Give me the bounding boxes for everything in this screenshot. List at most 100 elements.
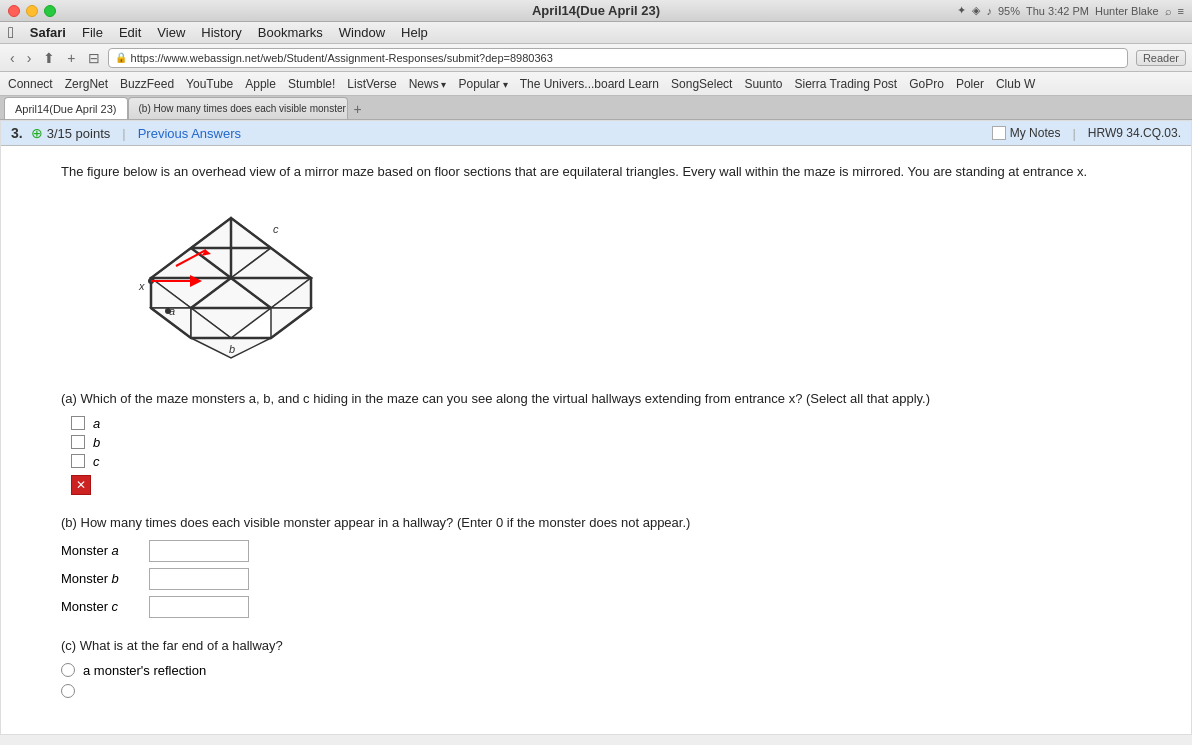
- svg-point-27: [165, 308, 171, 314]
- bookmark-youtube[interactable]: YouTube: [186, 77, 233, 91]
- bookmark-sierra[interactable]: Sierra Trading Post: [794, 77, 897, 91]
- checkbox-item-c: c: [71, 454, 1131, 469]
- menu-bar:  Safari File Edit View History Bookmark…: [0, 22, 1192, 44]
- file-menu[interactable]: File: [82, 25, 103, 40]
- question-number: 3.: [11, 125, 23, 141]
- address-bar[interactable]: 🔒 https://www.webassign.net/web/Student/…: [108, 48, 1128, 68]
- help-menu[interactable]: Help: [401, 25, 428, 40]
- divider: |: [122, 126, 125, 141]
- apple-menu[interactable]: : [8, 24, 14, 42]
- safari-menu[interactable]: Safari: [30, 25, 66, 40]
- part-c-question: (c) What is at the far end of a hallway?: [61, 638, 1131, 653]
- new-tab-button[interactable]: +: [63, 48, 79, 68]
- checkbox-c[interactable]: [71, 454, 85, 468]
- bookmarks-menu[interactable]: Bookmarks: [258, 25, 323, 40]
- part-c-section: (c) What is at the far end of a hallway?…: [61, 638, 1131, 698]
- bookmark-suunto[interactable]: Suunto: [744, 77, 782, 91]
- bluetooth-icon: ✦: [957, 4, 966, 17]
- bookmark-gopro[interactable]: GoPro: [909, 77, 944, 91]
- bookmark-news[interactable]: News: [409, 77, 447, 91]
- tab-april14[interactable]: April14(Due April 23): [4, 97, 128, 119]
- question-header-right: My Notes | HRW9 34.CQ.03.: [992, 126, 1181, 141]
- hrw-code: HRW9 34.CQ.03.: [1088, 126, 1181, 140]
- new-tab-button[interactable]: +: [348, 99, 368, 119]
- part-a-question: (a) Which of the maze monsters a, b, and…: [61, 391, 1131, 406]
- bookmark-clubw[interactable]: Club W: [996, 77, 1035, 91]
- content-wrapper: 3. ⊕ 3/15 points | Previous Answers My N…: [0, 120, 1192, 745]
- bookmark-poler[interactable]: Poler: [956, 77, 984, 91]
- url-text: https://www.webassign.net/web/Student/As…: [131, 52, 1121, 64]
- previous-answers-link[interactable]: Previous Answers: [138, 126, 241, 141]
- radio-item-2: [61, 684, 1131, 698]
- monster-c-row: Monster c: [61, 596, 1131, 618]
- label-x: x: [138, 280, 145, 292]
- checkbox-label-c: c: [93, 454, 100, 469]
- maximize-button[interactable]: [44, 5, 56, 17]
- edit-menu[interactable]: Edit: [119, 25, 141, 40]
- checkbox-item-b: b: [71, 435, 1131, 450]
- question-header: 3. ⊕ 3/15 points | Previous Answers My N…: [1, 121, 1191, 146]
- tab-bar: April14(Due April 23) (b) How many times…: [0, 96, 1192, 120]
- maze-svg: c x a b: [121, 198, 341, 368]
- bookmark-songselect[interactable]: SongSelect: [671, 77, 732, 91]
- checkbox-a[interactable]: [71, 416, 85, 430]
- forward-button[interactable]: ›: [23, 48, 36, 68]
- checkbox-label-b: b: [93, 435, 100, 450]
- bookmark-apple[interactable]: Apple: [245, 77, 276, 91]
- view-menu[interactable]: View: [157, 25, 185, 40]
- system-icons: ✦ ◈ ♪ 95% Thu 3:42 PM Hunter Blake ⌕ ≡: [957, 4, 1184, 17]
- bookmark-zergnet[interactable]: ZergNet: [65, 77, 108, 91]
- monster-a-input[interactable]: [149, 540, 249, 562]
- bookmarks-bar: Connect ZergNet BuzzFeed YouTube Apple S…: [0, 72, 1192, 96]
- time-display: Thu 3:42 PM: [1026, 5, 1089, 17]
- radio-option-2[interactable]: [61, 684, 75, 698]
- bookmarks-button[interactable]: ⊟: [84, 48, 104, 68]
- bookmark-univers-learn[interactable]: The Univers...board Learn: [520, 77, 659, 91]
- plus-icon: ⊕: [31, 125, 43, 141]
- my-notes-checkbox[interactable]: [992, 126, 1006, 140]
- radio-item-reflection: a monster's reflection: [61, 663, 1131, 678]
- title-bar: April14(Due April 23) ✦ ◈ ♪ 95% Thu 3:42…: [0, 0, 1192, 22]
- menu-icon[interactable]: ≡: [1178, 5, 1184, 17]
- user-name: Hunter Blake: [1095, 5, 1159, 17]
- traffic-lights[interactable]: [8, 5, 56, 17]
- bookmark-popular[interactable]: Popular: [458, 77, 507, 91]
- points-text: 3/15 points: [47, 126, 111, 141]
- window-menu[interactable]: Window: [339, 25, 385, 40]
- question-body: The figure below is an overhead view of …: [1, 146, 1191, 734]
- history-menu[interactable]: History: [201, 25, 241, 40]
- delete-button[interactable]: ✕: [71, 475, 91, 495]
- my-notes-section: My Notes: [992, 126, 1061, 140]
- bookmark-stumble[interactable]: Stumble!: [288, 77, 335, 91]
- question-text: The figure below is an overhead view of …: [61, 162, 1131, 182]
- search-icon[interactable]: ⌕: [1165, 5, 1172, 17]
- label-c: c: [273, 223, 279, 235]
- window-title: April14(Due April 23): [532, 3, 660, 18]
- close-button[interactable]: [8, 5, 20, 17]
- delete-icon: ✕: [76, 478, 86, 492]
- share-button[interactable]: ⬆: [39, 48, 59, 68]
- bookmark-buzzfeed[interactable]: BuzzFeed: [120, 77, 174, 91]
- reader-button[interactable]: Reader: [1136, 50, 1186, 66]
- my-notes-label: My Notes: [1010, 126, 1061, 140]
- checkbox-b[interactable]: [71, 435, 85, 449]
- tab-monster[interactable]: (b) How many times does each visible mon…: [128, 97, 348, 119]
- monster-c-input[interactable]: [149, 596, 249, 618]
- bookmark-listverse[interactable]: ListVerse: [347, 77, 396, 91]
- monster-b-label: Monster b: [61, 571, 141, 586]
- volume-icon: ♪: [986, 5, 992, 17]
- navigation-bar: ‹ › ⬆ + ⊟ 🔒 https://www.webassign.net/we…: [0, 44, 1192, 72]
- checkbox-label-a: a: [93, 416, 100, 431]
- minimize-button[interactable]: [26, 5, 38, 17]
- divider2: |: [1072, 126, 1075, 141]
- part-b-question: (b) How many times does each visible mon…: [61, 515, 1131, 530]
- delete-container: ✕: [71, 475, 1131, 495]
- back-button[interactable]: ‹: [6, 48, 19, 68]
- radio-reflection-label: a monster's reflection: [83, 663, 206, 678]
- part-b-section: (b) How many times does each visible mon…: [61, 515, 1131, 618]
- bookmark-connect[interactable]: Connect: [8, 77, 53, 91]
- question-container: 3. ⊕ 3/15 points | Previous Answers My N…: [0, 120, 1192, 735]
- points-badge: ⊕ 3/15 points: [31, 125, 111, 141]
- radio-reflection[interactable]: [61, 663, 75, 677]
- monster-b-input[interactable]: [149, 568, 249, 590]
